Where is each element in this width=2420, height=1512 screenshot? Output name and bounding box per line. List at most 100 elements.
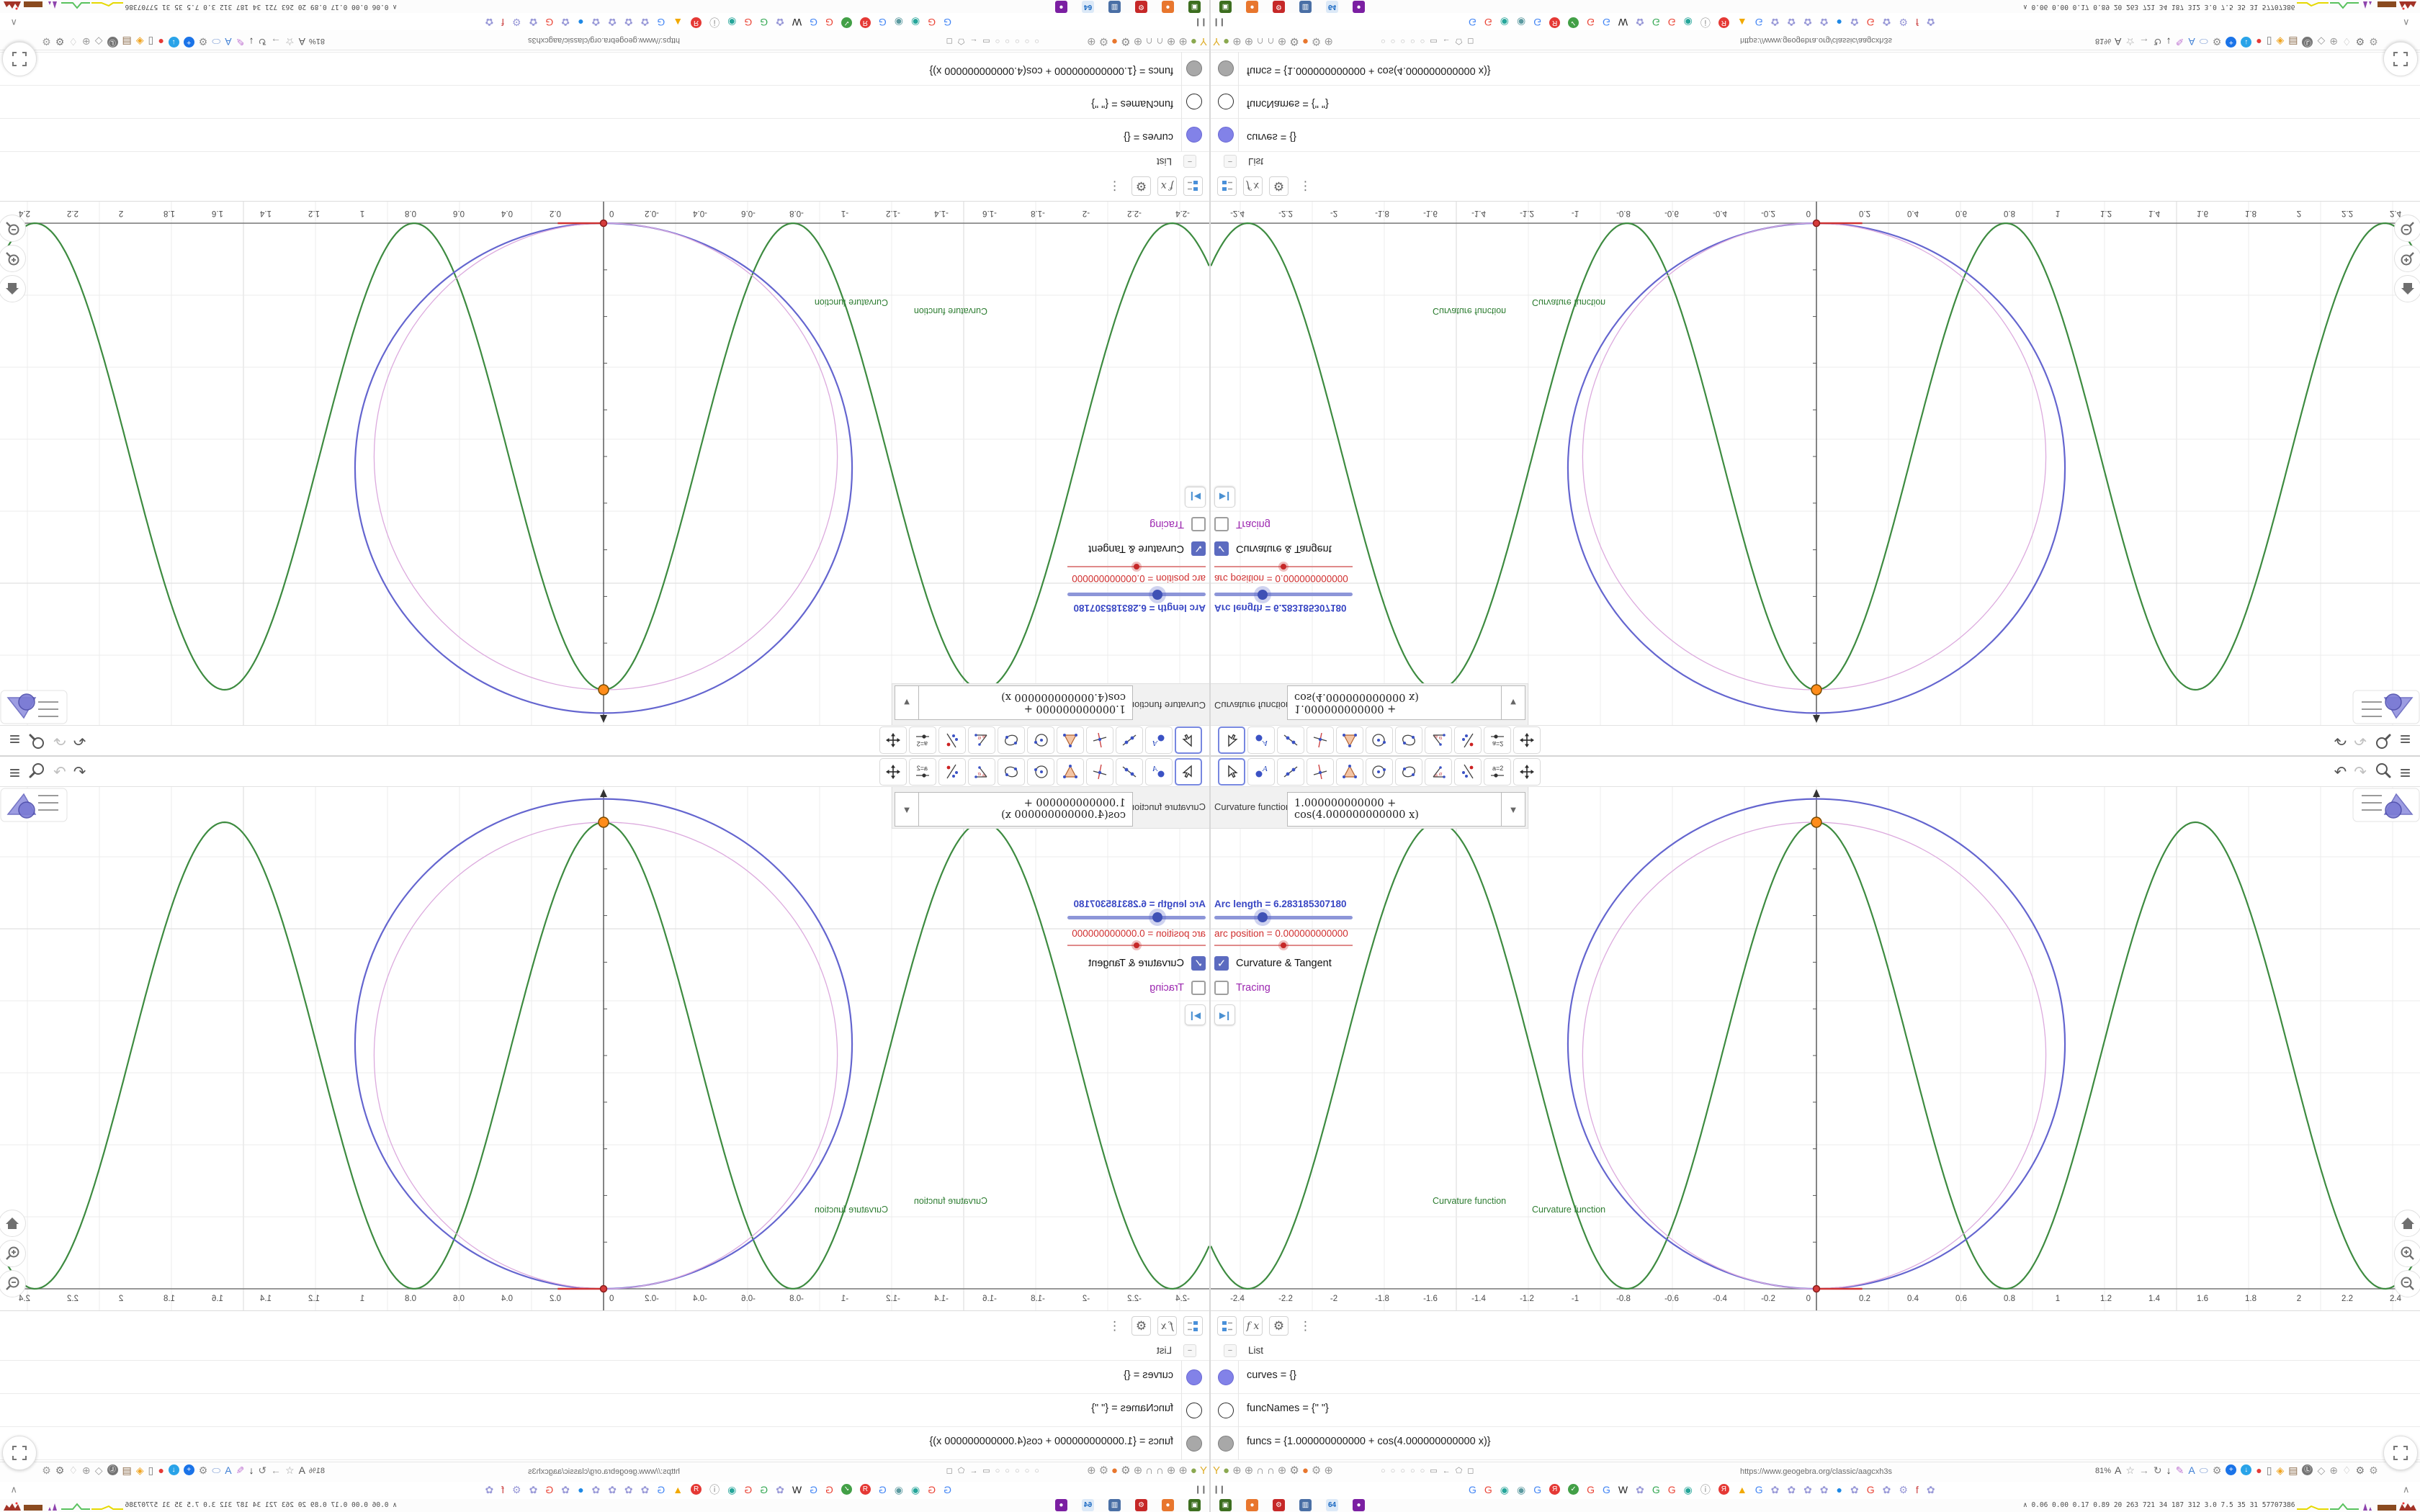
bookmark-favicon[interactable]: ✿ (1820, 1485, 1829, 1495)
main-menu-icon[interactable]: ≡ (9, 762, 20, 783)
bookmark-favicon[interactable]: ✿ (591, 17, 600, 29)
browser-action-icon[interactable]: ⚙ (42, 1464, 51, 1476)
arc-length-slider-knob[interactable] (1257, 590, 1268, 600)
toolbar-icon[interactable]: ⬠ (958, 1467, 965, 1475)
tool-move-graphics-button[interactable] (1513, 758, 1541, 786)
browser-action-icon[interactable]: ✎ (236, 37, 245, 48)
bookmark-favicon[interactable]: ✿ (485, 17, 493, 29)
extension-icon[interactable]: ● (1223, 1465, 1229, 1476)
bookmark-favicon[interactable]: G (1587, 17, 1595, 29)
extension-icon[interactable]: ⚙ (1312, 35, 1321, 48)
dock-icon[interactable]: ▣ (1188, 1, 1201, 13)
bookmark-favicon[interactable]: ◉ (895, 17, 903, 29)
toolbar-icon[interactable]: ○ (995, 1467, 1000, 1475)
tool-ellipse-button[interactable] (1395, 758, 1422, 786)
bookmark-favicon[interactable]: G (760, 17, 768, 29)
bookmark-favicon[interactable]: G (1533, 1485, 1541, 1495)
bookmark-favicon[interactable]: ▲ (673, 1484, 683, 1495)
toolbar-icon[interactable]: ⬠ (1456, 1467, 1463, 1475)
bookmark-favicon[interactable]: ◉ (1517, 17, 1525, 29)
bookmark-favicon[interactable]: ✿ (529, 17, 538, 29)
dock-icon[interactable]: ▣ (1188, 1499, 1201, 1511)
kebab-menu-icon[interactable]: ⋮ (1299, 179, 1312, 194)
tool-line-button[interactable] (1277, 726, 1304, 754)
dock-icon[interactable]: ● (1162, 1, 1174, 13)
browser-action-icon[interactable]: + (2226, 1464, 2237, 1475)
bookmark-favicon[interactable]: ✿ (608, 1484, 617, 1495)
browser-action-icon[interactable]: ▯ (148, 37, 154, 48)
graphics-view[interactable]: -2.4 -2.2 -2 -1.8 -1.6 -1.4 -1.2 -1 -0.8 -0.6 -0.4… (1210, 202, 2420, 725)
tool-circle-button[interactable] (1027, 758, 1054, 786)
toolbar-icon[interactable]: ◻ (1467, 37, 1474, 45)
function-input[interactable]: 1.000000000000 + cos(4.000000000000 x) (918, 685, 1133, 720)
algebra-settings-button[interactable]: ⚙ (1269, 1316, 1289, 1336)
browser-action-icon[interactable]: A (2188, 37, 2195, 48)
url-text[interactable]: https://www.geogebra.org/classic/aagcxh3… (1740, 36, 1892, 45)
dock-icon[interactable]: ▥ (1108, 1, 1121, 13)
toolbar-icon[interactable]: ○ (1034, 37, 1039, 45)
bookmark-favicon[interactable]: ✿ (1927, 1485, 1935, 1495)
arc-position-slider[interactable] (1067, 564, 1206, 570)
tracing-checkbox[interactable] (1214, 981, 1229, 995)
search-icon[interactable] (2374, 729, 2393, 751)
algebra-settings-button[interactable]: ⚙ (1131, 176, 1151, 196)
toolbar-icon[interactable]: ▭ (982, 1467, 990, 1475)
arc-length-slider-knob[interactable] (1152, 912, 1163, 922)
browser-action-icon[interactable]: ⬭ (2200, 1465, 2208, 1475)
arc-length-slider[interactable] (1214, 912, 1353, 922)
extension-icon[interactable]: ● (1111, 35, 1118, 48)
tool-move-graphics-button[interactable] (1513, 726, 1541, 754)
toolbar-icon[interactable]: ▭ (1430, 37, 1437, 45)
bookmark-favicon[interactable]: G (1603, 1485, 1610, 1495)
fullscreen-button[interactable] (2, 42, 37, 76)
browser-action-icon[interactable]: ↻ (2154, 37, 2162, 48)
bookmark-favicon[interactable]: ✿ (561, 17, 570, 29)
browser-action-icon[interactable]: ↓ (2166, 37, 2172, 48)
browser-action-icon[interactable]: ⚙ (199, 1464, 208, 1476)
bookmark-favicon[interactable]: G (545, 1484, 553, 1495)
bookmark-favicon[interactable]: ● (578, 1484, 583, 1495)
url-text[interactable]: https://www.geogebra.org/classic/aagcxh3… (528, 1467, 680, 1476)
bookmark-favicon[interactable]: ◉ (1684, 17, 1693, 29)
extension-icon[interactable]: ⊕ (1245, 1465, 1254, 1476)
fx-button[interactable]: f x (1243, 176, 1263, 196)
tool-slider-button[interactable]: a=2 (1484, 758, 1511, 786)
extension-icon[interactable]: ⊕ (1278, 35, 1287, 48)
redo-icon[interactable]: ↷ (2354, 732, 2367, 748)
bookmark-favicon[interactable]: ▲ (673, 17, 683, 29)
algebra-row-funcs[interactable]: funcs = {1.000000000000 + cos(4.00000000… (1211, 1427, 2420, 1460)
extension-icon[interactable]: Y (1213, 1465, 1220, 1476)
toolbar-icon[interactable]: ○ (1391, 37, 1396, 45)
bookmark-favicon[interactable]: ⚙ (512, 1484, 521, 1495)
tool-polygon-button[interactable] (1336, 758, 1363, 786)
browser-action-icon[interactable]: ♢ (2342, 37, 2352, 48)
browser-action-icon[interactable]: ◇ (2317, 1465, 2325, 1475)
fx-button[interactable]: f x (1243, 1316, 1263, 1336)
extension-icon[interactable]: ⊕ (1232, 1465, 1242, 1476)
algebra-settings-button[interactable]: ⚙ (1269, 176, 1289, 196)
tool-reflect-button[interactable] (938, 726, 966, 754)
extension-icon[interactable]: ∩ (1256, 35, 1264, 48)
dock-icon[interactable]: ⚙ (1273, 1, 1285, 13)
toolbar-icon[interactable]: ○ (1381, 37, 1386, 45)
tool-angle-button[interactable]: α (968, 726, 995, 754)
bookmark-favicon[interactable]: G (1484, 1485, 1492, 1495)
tool-ellipse-button[interactable] (998, 758, 1025, 786)
extension-icon[interactable]: ● (1302, 1465, 1309, 1476)
dock-icon[interactable]: ▣ (1219, 1499, 1232, 1511)
toolbar-icon[interactable]: ⬠ (1456, 37, 1463, 45)
fx-button[interactable]: f x (1157, 176, 1177, 196)
kebab-menu-icon[interactable]: ⋮ (1108, 1319, 1121, 1333)
browser-action-icon[interactable]: ♢ (2342, 1465, 2352, 1475)
visibility-marble[interactable] (1186, 1403, 1202, 1418)
function-dropdown-button[interactable]: ▼ (895, 685, 919, 720)
bookmark-favicon[interactable]: G (1603, 17, 1610, 29)
tool-move-button[interactable] (1218, 758, 1245, 786)
browser-action-icon[interactable]: → (271, 37, 281, 48)
bookmark-favicon[interactable]: Я (859, 1484, 871, 1495)
bookmark-favicon[interactable]: ✿ (1636, 17, 1644, 29)
browser-action-icon[interactable]: Ⓛ (107, 37, 118, 48)
extension-icon[interactable]: ● (1223, 35, 1229, 48)
algebra-settings-button[interactable]: ⚙ (1131, 1316, 1151, 1336)
bookmark-favicon[interactable]: Я (1718, 1484, 1729, 1495)
